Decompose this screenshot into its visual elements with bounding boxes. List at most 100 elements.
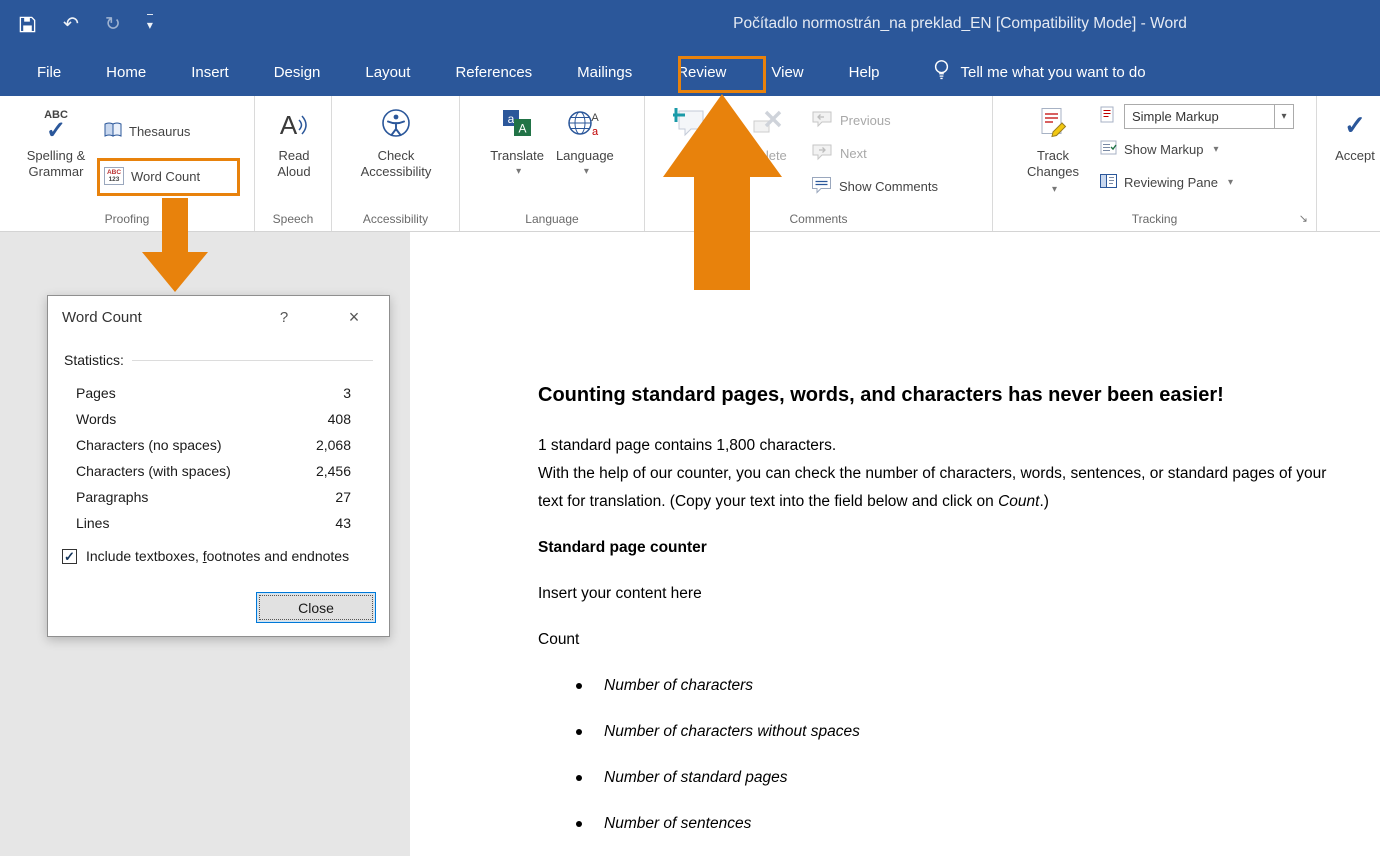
ribbon-group-speech: A Read Aloud Speech (255, 96, 332, 231)
doc-bullet-2: Number of characters without spaces (538, 718, 1353, 746)
document-page[interactable]: Counting standard pages, words, and char… (410, 232, 1380, 856)
stat-row-characters-with-spaces: Characters (with spaces)2,456 (76, 458, 351, 484)
down-arrow-annotation (130, 198, 230, 294)
reviewing-pane-dropdown-icon: ▾ (1228, 177, 1233, 188)
redo-icon[interactable]: ↻ (105, 15, 121, 34)
include-textboxes-checkbox-row: ✓ Include textboxes, footnotes and endno… (62, 548, 349, 564)
doc-heading: Counting standard pages, words, and char… (538, 382, 1353, 408)
group-label-language: Language (460, 212, 644, 226)
tab-layout[interactable]: Layout (348, 48, 427, 96)
close-button[interactable]: Close (256, 592, 376, 623)
display-for-review-value: Simple Markup (1125, 109, 1274, 124)
save-icon[interactable] (18, 15, 37, 34)
next-comment-icon (811, 143, 833, 164)
ribbon-group-language: a A Translate ▾ (460, 96, 645, 231)
dialog-title: Word Count (62, 309, 142, 326)
accept-icon: ✓ (1344, 110, 1366, 140)
show-markup-dropdown-icon: ▾ (1213, 144, 1218, 155)
word-count-highlight-box (97, 158, 240, 196)
translate-dropdown-icon: ▾ (516, 164, 521, 180)
doc-bullet-3: Number of standard pages (538, 764, 1353, 792)
tell-me-box[interactable]: Tell me what you want to do (934, 48, 1146, 96)
customize-quick-access-icon[interactable]: ▾ (147, 14, 153, 35)
reviewing-pane-button[interactable]: Reviewing Pane ▾ (1098, 168, 1296, 196)
spelling-grammar-icon: ABC ✓ (44, 109, 68, 141)
display-for-review-combobox[interactable]: Simple Markup ▾ (1124, 104, 1294, 129)
tab-insert[interactable]: Insert (174, 48, 246, 96)
tab-file[interactable]: File (20, 48, 78, 96)
up-arrow-annotation (650, 92, 790, 292)
svg-text:a: a (592, 126, 599, 137)
show-comments-button[interactable]: Show Comments (805, 172, 944, 200)
dialog-help-icon[interactable]: ? (264, 296, 304, 338)
spelling-grammar-button[interactable]: ABC ✓ Spelling & Grammar (12, 102, 100, 180)
display-for-review-icon (1100, 106, 1117, 126)
translate-button[interactable]: a A Translate ▾ (490, 102, 544, 180)
lightbulb-icon (934, 59, 949, 85)
group-label-tracking: Tracking (993, 212, 1316, 226)
tab-help[interactable]: Help (832, 48, 897, 96)
bullet-icon (576, 775, 582, 781)
statistics-table: Pages3 Words408 Characters (no spaces)2,… (76, 380, 351, 536)
tell-me-label: Tell me what you want to do (961, 64, 1146, 81)
stat-row-pages: Pages3 (76, 380, 351, 406)
group-label-accessibility: Accessibility (332, 212, 459, 226)
translate-icon: a A (502, 108, 532, 142)
next-comment-button[interactable]: Next (805, 139, 944, 167)
word-count-dialog: Word Count ? × Statistics: Pages3 Words4… (47, 295, 390, 637)
review-tab-highlight-box (678, 56, 766, 93)
thesaurus-icon (104, 122, 122, 141)
stat-row-characters-no-spaces: Characters (no spaces)2,068 (76, 432, 351, 458)
window-title: Počítadlo normostrán_na preklad_EN [Comp… (733, 0, 1187, 48)
doc-paragraph-3: Insert your content here (538, 580, 1353, 608)
bullet-icon (576, 683, 582, 689)
checkbox-label: Include textboxes, footnotes and endnote… (86, 548, 349, 564)
stat-row-paragraphs: Paragraphs27 (76, 484, 351, 510)
quick-access-toolbar: ↶ ↻ ▾ (18, 0, 153, 48)
accept-button[interactable]: ✓ Accept (1327, 102, 1380, 164)
doc-bullet-1: Number of characters (538, 672, 1353, 700)
title-bar: ↶ ↻ ▾ Počítadlo normostrán_na preklad_EN… (0, 0, 1380, 48)
tab-design[interactable]: Design (257, 48, 338, 96)
read-aloud-icon: A (280, 114, 308, 136)
svg-text:A: A (592, 112, 600, 124)
track-changes-dropdown-icon: ▾ (1052, 184, 1057, 195)
doc-bullet-4: Number of sentences (538, 810, 1353, 838)
read-aloud-button[interactable]: A Read Aloud (263, 102, 325, 180)
tab-home[interactable]: Home (89, 48, 163, 96)
include-textboxes-checkbox[interactable]: ✓ (62, 549, 77, 564)
previous-comment-button[interactable]: Previous (805, 106, 944, 134)
doc-subheading: Standard page counter (538, 534, 1353, 562)
tab-mailings[interactable]: Mailings (560, 48, 649, 96)
previous-comment-icon (811, 110, 833, 131)
thesaurus-button[interactable]: Thesaurus (98, 116, 206, 146)
doc-paragraph-1: 1 standard page contains 1,800 character… (538, 432, 1353, 460)
language-dropdown-icon: ▾ (584, 164, 589, 180)
stat-row-words: Words408 (76, 406, 351, 432)
statistics-section-label: Statistics: (64, 352, 373, 368)
bullet-icon (576, 729, 582, 735)
dialog-title-bar[interactable]: Word Count ? × (48, 296, 389, 340)
bullet-icon (576, 821, 582, 827)
check-accessibility-button[interactable]: Check Accessibility (346, 102, 446, 180)
display-for-review-dropdown-icon[interactable]: ▾ (1274, 105, 1293, 128)
divider (132, 360, 373, 361)
ribbon-group-tracking: Track Changes ▾ Simple Markup ▾ (993, 96, 1317, 231)
svg-text:a: a (508, 112, 515, 126)
show-markup-button[interactable]: Show Markup ▾ (1098, 135, 1296, 163)
ribbon-group-changes: ✓ Accept (1317, 96, 1380, 231)
language-icon: A a (568, 109, 601, 141)
reviewing-pane-icon (1100, 174, 1117, 191)
show-markup-icon (1100, 140, 1117, 158)
language-button[interactable]: A a Language ▾ (556, 102, 614, 180)
track-changes-icon (1038, 107, 1068, 143)
show-comments-icon (811, 176, 832, 197)
track-changes-button[interactable]: Track Changes ▾ (1023, 102, 1083, 198)
doc-paragraph-2: With the help of our counter, you can ch… (538, 460, 1353, 516)
dialog-close-icon[interactable]: × (334, 296, 374, 338)
tab-references[interactable]: References (438, 48, 549, 96)
display-for-review-row: Simple Markup ▾ (1098, 102, 1296, 130)
stat-row-lines: Lines43 (76, 510, 351, 536)
undo-icon[interactable]: ↶ (63, 15, 79, 34)
svg-text:A: A (519, 122, 527, 136)
